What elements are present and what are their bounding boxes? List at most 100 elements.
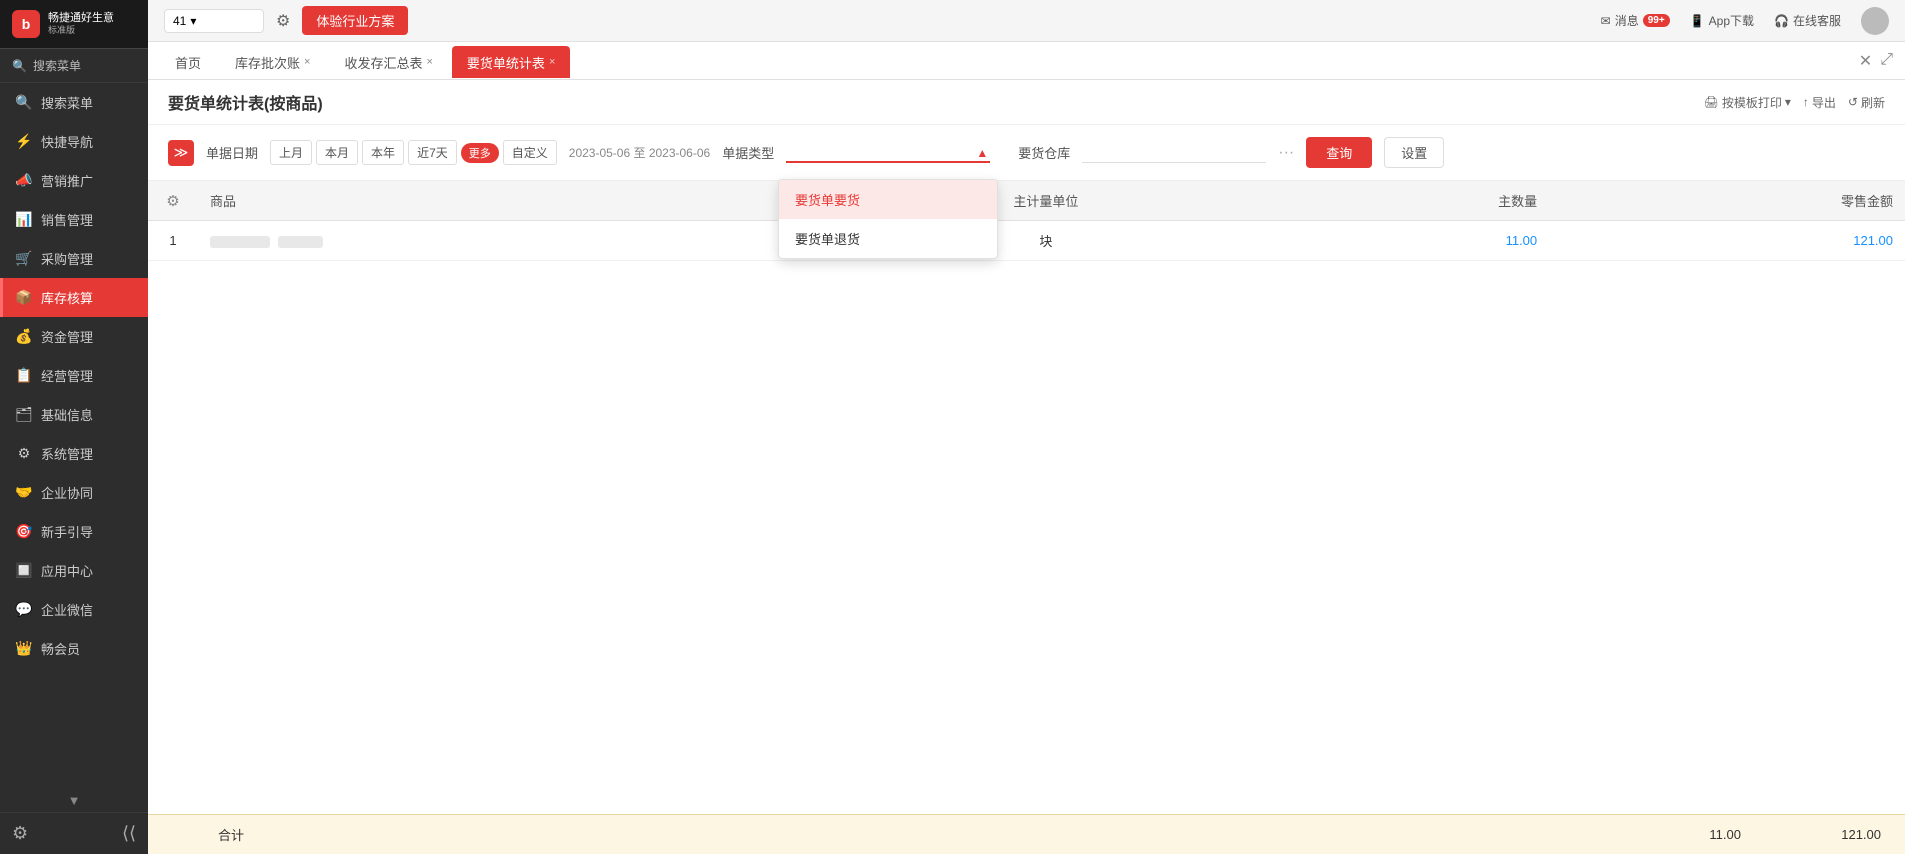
tab-close-icon[interactable]: × xyxy=(426,56,432,68)
footer-amount: 121.00 xyxy=(1753,827,1893,842)
header-settings-icon[interactable]: ⚙ xyxy=(276,11,290,31)
export-btn[interactable]: ↑ 导出 xyxy=(1803,94,1836,111)
close-all-icon[interactable]: ✕ xyxy=(1859,51,1872,71)
message-icon: ✉ xyxy=(1601,14,1611,28)
sidebar-item-appstore[interactable]: 🔲 应用中心 xyxy=(0,551,148,590)
sidebar-item-members[interactable]: 👑畅会员 xyxy=(0,629,148,668)
page-content: 要货单统计表(按商品) 🖨 按模板打印 ▾ ↑ 导出 ↺ 刷新 xyxy=(148,80,1905,854)
sidebar-item-label: 经营管理 xyxy=(41,366,93,385)
col-amount: 零售金额 xyxy=(1549,181,1905,221)
sidebar-search[interactable]: 🔍 搜索菜单 xyxy=(0,49,148,83)
date-btn-this-year[interactable]: 本年 xyxy=(362,140,404,165)
dropdown-item-order[interactable]: 要货单要货 xyxy=(779,180,997,219)
type-dropdown-arrow-icon[interactable]: ▲ xyxy=(976,146,988,160)
dropdown-item-return[interactable]: 要货单退货 xyxy=(779,219,997,258)
date-btn-last-month[interactable]: 上月 xyxy=(270,140,312,165)
quick-nav-icon: ⚡ xyxy=(15,133,33,150)
appstore-icon: 🔲 xyxy=(15,562,33,579)
user-avatar[interactable] xyxy=(1861,7,1889,35)
expand-tab-icon[interactable]: ⤢ xyxy=(1880,51,1893,71)
cell-product xyxy=(198,221,838,261)
guide-icon: 🎯 xyxy=(15,523,33,540)
settings-icon[interactable]: ⚙ xyxy=(12,823,28,844)
product-bar-2 xyxy=(278,236,323,248)
message-item[interactable]: ✉ 消息 99+ xyxy=(1601,12,1670,29)
tab-收发存汇总表[interactable]: 收发存汇总表 × xyxy=(329,46,447,78)
sidebar-item-guide[interactable]: 🎯新手引导 xyxy=(0,512,148,551)
export-icon: ↑ xyxy=(1803,95,1809,109)
tab-label: 库存批次账 xyxy=(235,53,300,72)
sidebar-item-coop[interactable]: 🤝企业协同 xyxy=(0,473,148,512)
sidebar: b 畅捷通好生意 标准版 🔍 搜索菜单 🔍搜索菜单⚡快捷导航📣营销推广📊销售管理… xyxy=(0,0,148,854)
service-item[interactable]: 🎧 在线客服 xyxy=(1774,12,1841,29)
tab-label: 要货单统计表 xyxy=(467,53,545,72)
print-chevron-icon: ▾ xyxy=(1785,95,1791,109)
type-filter-wrap: ▲ xyxy=(786,142,990,163)
cell-quantity: 11.00 xyxy=(1254,221,1549,261)
date-range: 2023-05-06 至 2023-06-06 xyxy=(569,144,710,161)
query-button[interactable]: 查询 xyxy=(1306,137,1372,168)
tab-库存批次账[interactable]: 库存批次账 × xyxy=(220,46,325,78)
filter-bar: ≫ 单据日期 上月 本月 本年 近7天 更多 自定义 2023-05-06 至 … xyxy=(148,125,1905,181)
tab-close-icon[interactable]: × xyxy=(304,56,310,68)
tab-close-icon[interactable]: × xyxy=(549,56,555,68)
more-filters-dots[interactable]: ··· xyxy=(1278,144,1294,162)
wecom-icon: 💬 xyxy=(15,601,33,618)
search-icon: 🔍 xyxy=(12,59,27,73)
purchase-icon: 🛒 xyxy=(15,250,33,267)
date-more-btn[interactable]: 更多 xyxy=(461,143,499,163)
warehouse-filter-label: 要货仓库 xyxy=(1018,143,1070,162)
header-search[interactable]: 41 ▾ xyxy=(164,9,264,33)
sidebar-item-sales[interactable]: 📊销售管理 xyxy=(0,200,148,239)
sidebar-item-operations[interactable]: 📋经营管理 xyxy=(0,356,148,395)
filter-expand-btn[interactable]: ≫ xyxy=(168,140,194,166)
tab-要货单统计表[interactable]: 要货单统计表 × xyxy=(452,46,570,78)
sidebar-item-label: 畅会员 xyxy=(41,639,80,658)
column-settings-icon[interactable]: ⚙ xyxy=(166,193,179,210)
trial-button[interactable]: 体验行业方案 xyxy=(302,6,408,35)
settings-button[interactable]: 设置 xyxy=(1384,137,1444,168)
app-icon: 📱 xyxy=(1690,14,1705,28)
sidebar-item-basic-info[interactable]: 🗂基础信息 xyxy=(0,395,148,434)
sidebar-item-finance[interactable]: 💰资金管理 xyxy=(0,317,148,356)
refresh-icon: ↺ xyxy=(1848,95,1858,109)
basic-info-icon: 🗂 xyxy=(15,406,33,423)
sidebar-item-label: 应用中心 xyxy=(41,561,93,580)
sidebar-item-label: 企业微信 xyxy=(41,600,93,619)
logo-area: b 畅捷通好生意 标准版 xyxy=(0,0,148,49)
sidebar-item-quick-nav[interactable]: ⚡快捷导航 xyxy=(0,122,148,161)
page-title: 要货单统计表(按商品) xyxy=(168,90,323,114)
header-right: ✉ 消息 99+ 📱 App下载 🎧 在线客服 xyxy=(1601,7,1889,35)
tabs-bar: 首页库存批次账 × 收发存汇总表 × 要货单统计表 × ✕ ⤢ xyxy=(148,42,1905,80)
sidebar-scroll-down[interactable]: ▼ xyxy=(0,789,148,812)
type-filter-input[interactable] xyxy=(786,142,990,163)
tab-label: 收发存汇总表 xyxy=(344,53,422,72)
refresh-btn[interactable]: ↺ 刷新 xyxy=(1848,94,1885,111)
sidebar-item-label: 库存核算 xyxy=(41,288,93,307)
cell-index: 1 xyxy=(148,221,198,261)
sales-icon: 📊 xyxy=(15,211,33,228)
sidebar-item-inventory[interactable]: 📦库存核算 xyxy=(0,278,148,317)
table-footer: 合计 11.00 121.00 xyxy=(148,814,1905,854)
date-btn-7days[interactable]: 近7天 xyxy=(408,140,457,165)
print-template-btn[interactable]: 🖨 按模板打印 ▾ xyxy=(1704,94,1791,111)
sidebar-item-search[interactable]: 🔍搜索菜单 xyxy=(0,83,148,122)
logo-icon: b xyxy=(12,10,40,38)
table-row: 1 块 11.00 121.00 xyxy=(148,221,1905,261)
tab-首页[interactable]: 首页 xyxy=(160,46,216,78)
sidebar-item-marketing[interactable]: 📣营销推广 xyxy=(0,161,148,200)
tabs-right: ✕ ⤢ xyxy=(1859,51,1893,71)
app-download-item[interactable]: 📱 App下载 xyxy=(1690,12,1754,29)
logo-text: 畅捷通好生意 标准版 xyxy=(48,11,114,37)
warehouse-filter-input[interactable] xyxy=(1082,143,1266,163)
sidebar-item-system[interactable]: ⚙系统管理 xyxy=(0,434,148,473)
collapse-icon[interactable]: ⟨⟨ xyxy=(122,823,136,844)
date-btn-custom[interactable]: 自定义 xyxy=(503,140,557,165)
dropdown-arrow-icon: ▾ xyxy=(190,14,196,28)
sidebar-item-purchase[interactable]: 🛒采购管理 xyxy=(0,239,148,278)
date-btn-this-month[interactable]: 本月 xyxy=(316,140,358,165)
sidebar-item-label: 企业协同 xyxy=(41,483,93,502)
sidebar-item-wecom[interactable]: 💬 企业微信 xyxy=(0,590,148,629)
header-bar: 41 ▾ ⚙ 体验行业方案 ✉ 消息 99+ 📱 App下载 🎧 在线客服 xyxy=(148,0,1905,42)
col-quantity: 主数量 xyxy=(1254,181,1549,221)
